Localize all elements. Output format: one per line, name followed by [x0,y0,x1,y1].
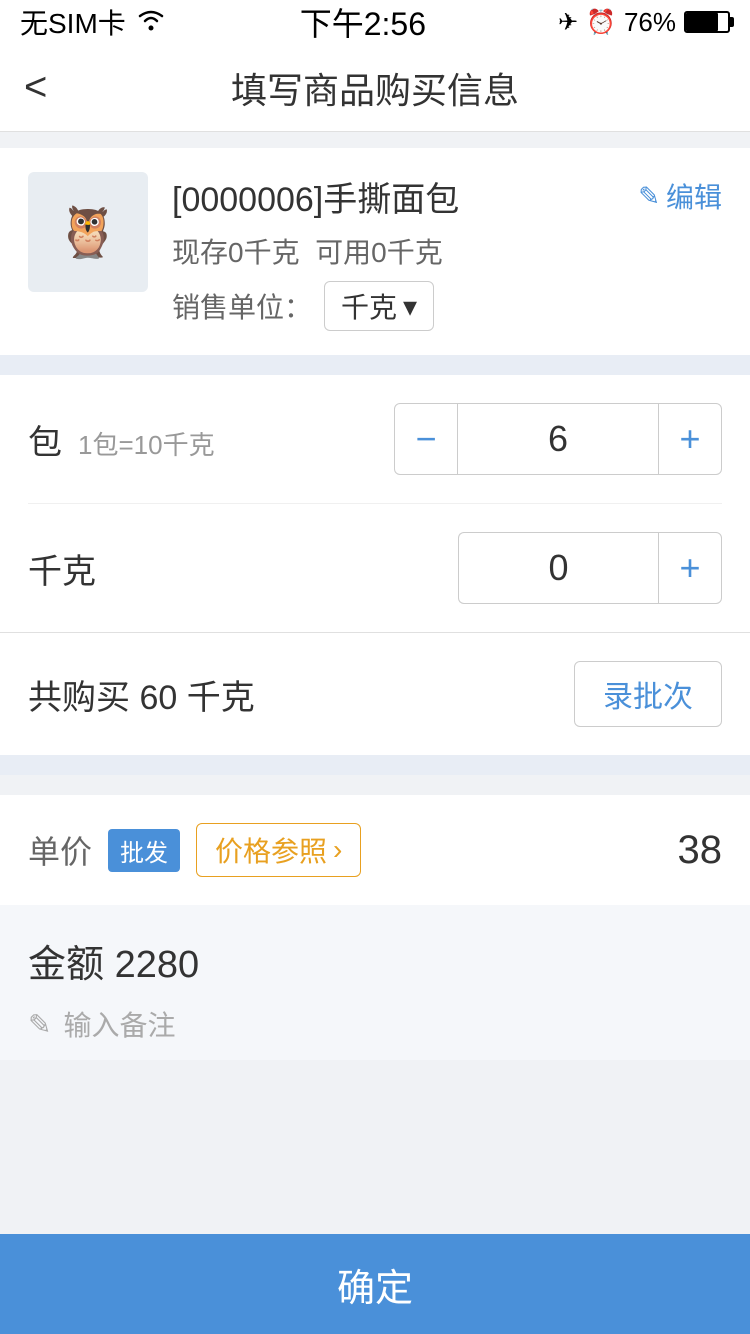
section-divider-1 [0,355,750,375]
status-bar: 无SIM卡 下午2:56 ✈ ⏰ 76% [0,0,750,44]
product-thumb-icon: 🦉 [57,203,119,262]
kg-row: 千克 + [28,504,722,632]
package-input-section: 包 1包=10千克 − + 千克 + [0,375,750,632]
edit-button[interactable]: ✎ 编辑 [638,176,722,216]
kg-label: 千克 [28,544,458,593]
price-value: 38 [678,828,723,873]
package-qty-control: − + [394,403,722,475]
page-title: 填写商品购买信息 [231,62,519,114]
package-qty-input[interactable] [458,403,658,475]
kg-qty-input[interactable] [458,532,658,604]
chevron-right-icon: › [333,834,342,866]
summary-section: 共购买 60 千克 录批次 [0,632,750,755]
remark-edit-icon: ✎ [28,1008,51,1041]
package-hint: 1包=10千克 [78,425,215,462]
battery-icon [684,11,730,33]
package-label: 包 1包=10千克 [28,415,394,464]
price-section: 单价 批发 价格参照 › 38 [0,795,750,905]
remark-placeholder: 输入备注 [63,1004,175,1044]
nav-bar: < 填写商品购买信息 [0,44,750,132]
unit-select[interactable]: 千克 ▾ [324,281,434,331]
product-card: 🦉 [0000006]手撕面包 现存0千克 可用0千克 销售单位： 千克 ▾ ✎… [0,148,750,355]
package-minus-button[interactable]: − [394,403,458,475]
bottom-space [0,1060,750,1160]
product-unit: 销售单位： 千克 ▾ [172,281,722,331]
chevron-down-icon: ▾ [403,290,417,323]
price-ref-button[interactable]: 价格参照 › [196,823,361,877]
wifi-icon [134,6,168,38]
carrier-label: 无SIM卡 [20,2,126,42]
summary-text: 共购买 60 千克 [28,670,255,719]
confirm-button[interactable]: 确定 [0,1234,750,1334]
package-row: 包 1包=10千克 − + [28,375,722,504]
alarm-icon: ⏰ [586,8,616,37]
kg-qty-control: + [458,532,722,604]
wholesale-tag: 批发 [108,829,180,872]
package-plus-button[interactable]: + [658,403,722,475]
battery-pct: 76% [624,7,676,38]
kg-plus-button[interactable]: + [658,532,722,604]
location-icon: ✈ [558,8,578,37]
time-label: 下午2:56 [300,0,426,45]
batch-button[interactable]: 录批次 [574,661,722,727]
price-label: 单价 [28,827,92,873]
status-left: 无SIM卡 [20,2,168,42]
amount-section: 金额 2280 ✎ 输入备注 [0,905,750,1060]
status-right: ✈ ⏰ 76% [558,7,730,38]
amount-row: 金额 2280 [28,933,722,988]
section-divider-2 [0,755,750,775]
product-stock: 现存0千克 可用0千克 [172,231,722,271]
edit-icon: ✎ [638,181,660,212]
back-button[interactable]: < [24,65,47,110]
product-thumbnail: 🦉 [28,172,148,292]
remark-row[interactable]: ✎ 输入备注 [28,1004,722,1044]
